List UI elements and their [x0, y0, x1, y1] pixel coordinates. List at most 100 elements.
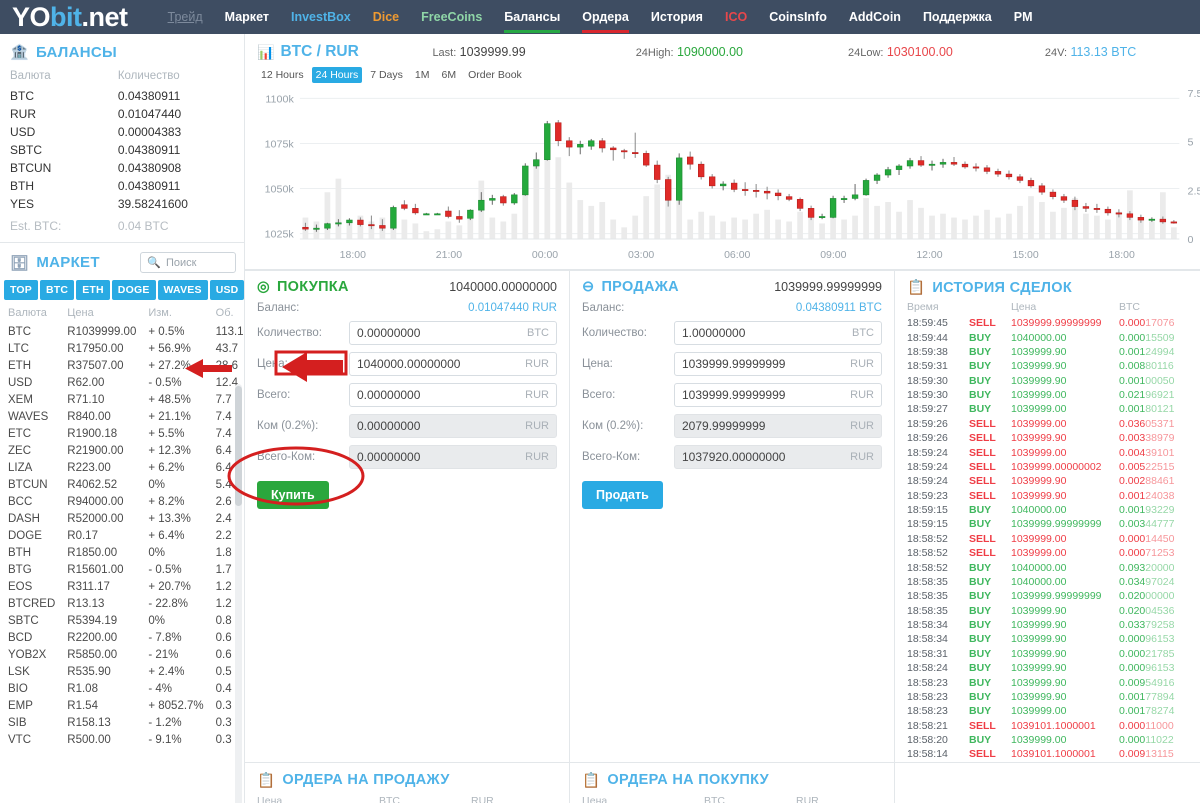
table-row[interactable]: ETC R1900.18 + 5.5% 7.4	[0, 425, 248, 442]
buy-price-field[interactable]: RUR	[349, 352, 557, 376]
hist-price: 1040000.00	[1011, 575, 1067, 588]
range-24-hours[interactable]: 24 Hours	[311, 67, 363, 83]
table-row[interactable]: ZEC R21900.00 + 12.3% 6.4	[0, 442, 248, 459]
balance-amount: 39.58241600	[117, 197, 188, 211]
table-row[interactable]: SIB R158.13- 1.2% 0.3	[0, 714, 248, 731]
table-row[interactable]: BTCUN 0.04380908	[0, 159, 244, 177]
sell-price-input[interactable]	[682, 357, 851, 371]
nav-item-support[interactable]: Поддержка	[923, 2, 992, 33]
market-change: + 56.9%	[148, 342, 191, 355]
balance-amount: 0.04380908	[117, 161, 182, 175]
buy-total-label: Всего:	[257, 389, 291, 401]
market-price: R500.00	[67, 733, 111, 746]
table-row[interactable]: BTG R15601.00- 0.5% 1.7	[0, 561, 248, 578]
table-row[interactable]: RUR 0.01047440	[0, 105, 244, 123]
sell-button[interactable]: Продать	[582, 481, 663, 509]
table-row[interactable]: BTC 0.04380911	[0, 87, 244, 105]
table-row[interactable]: SBTC R5394.19 0% 0.8	[0, 612, 248, 629]
stat-24low: 24Low: 1030100.00	[848, 45, 953, 59]
table-row[interactable]: YOB2X R5850.00- 21% 0.6	[0, 646, 248, 663]
hist-time: 18:58:35	[907, 590, 948, 603]
range-1m[interactable]: 1M	[411, 67, 434, 83]
hist-type: SELL	[969, 489, 996, 502]
tab-waves[interactable]: WAVES	[157, 280, 208, 300]
table-row[interactable]: LSK R535.90 + 2.4% 0.5	[0, 663, 248, 680]
hist-price: 1039999.90	[1011, 489, 1067, 502]
table-row[interactable]: VTC R500.00- 9.1% 0.3	[0, 731, 248, 748]
buy-price-input[interactable]	[357, 357, 526, 371]
table-row[interactable]: ETH R37507.00 + 27.2% 28.6	[0, 357, 248, 374]
tab-top[interactable]: TOP	[4, 280, 38, 300]
table-row[interactable]: SBTC 0.04380911	[0, 141, 244, 159]
buy-amount-input[interactable]	[357, 326, 527, 340]
range-order-book[interactable]: Order Book	[464, 67, 526, 83]
table-row[interactable]: BTH 0.04380911	[0, 177, 244, 195]
sell-amount-label: Количество:	[582, 327, 647, 339]
hist-price: 1039999.00	[1011, 705, 1067, 718]
table-row[interactable]: LTC R17950.00 + 56.9% 43.7	[0, 340, 248, 357]
range-12-hours[interactable]: 12 Hours	[257, 67, 308, 83]
table-row[interactable]: LIZA R223.00 + 6.2% 6.4	[0, 459, 248, 476]
market-scrollbar[interactable]	[235, 386, 242, 506]
table-row[interactable]: BCD R2200.00- 7.8% 0.6	[0, 629, 248, 646]
nav-item-ico[interactable]: ICO	[725, 2, 747, 33]
table-row[interactable]: YES 39.58241600	[0, 195, 244, 213]
table-row: 18:58:34 BUY 1039999.90 0.00096153	[907, 632, 1200, 646]
nav-item-dice[interactable]: Dice	[373, 2, 399, 33]
table-row: 18:59:45 SELL 1039999.99999999 0.00017076	[907, 316, 1200, 330]
site-logo[interactable]: YObit.net	[12, 1, 129, 32]
hist-type: SELL	[969, 317, 996, 330]
sell-price-field[interactable]: RUR	[674, 352, 882, 376]
nav-item-market[interactable]: Маркет	[225, 2, 269, 33]
nav-item-addcoin[interactable]: AddCoin	[849, 2, 901, 33]
table-row[interactable]: EOS R311.17 + 20.7% 1.2	[0, 578, 248, 595]
table-row[interactable]: BIO R1.08- 4% 0.4	[0, 680, 248, 697]
table-row[interactable]: DASH R52000.00 + 13.3% 2.4	[0, 510, 248, 527]
sell-net-field: RUR	[674, 445, 882, 469]
tab-doge[interactable]: DOGE	[111, 280, 156, 300]
table-row[interactable]: BTCRED R13.13- 22.8% 1.2	[0, 595, 248, 612]
buy-total-input[interactable]	[357, 388, 526, 402]
buy-button[interactable]: Купить	[257, 481, 329, 509]
table-row[interactable]: BTCUN R4062.52 0% 5.4	[0, 476, 248, 493]
nav-item-trade[interactable]: Трейд	[168, 2, 203, 33]
range-6m[interactable]: 6M	[438, 67, 461, 83]
buy-panel-header: ◎ ПОКУПКА 1040000.00000000	[257, 279, 557, 295]
table-row[interactable]: BCC R94000.00 + 8.2% 2.6	[0, 493, 248, 510]
tab-btc[interactable]: BTC	[40, 280, 75, 300]
hist-time: 18:58:34	[907, 633, 948, 646]
table-row[interactable]: XEM R71.10 + 48.5% 7.7	[0, 391, 248, 408]
market-search-box[interactable]: 🔍	[140, 252, 236, 273]
tab-usd[interactable]: USD	[209, 280, 245, 300]
range-7-days[interactable]: 7 Days	[366, 67, 407, 83]
sell-amount-field[interactable]: BTC	[674, 321, 882, 345]
table-row[interactable]: BTC R1039999.00 + 0.5% 113.1	[0, 323, 248, 340]
nav-item-coinsinfo[interactable]: CoinsInfo	[769, 2, 827, 33]
table-row[interactable]: WAVES R840.00 + 21.1% 7.4	[0, 408, 248, 425]
orders-sell-icon: 📋	[257, 772, 276, 789]
search-input[interactable]	[166, 256, 229, 269]
nav-item-investbox[interactable]: InvestBox	[291, 2, 351, 33]
sell-total-input[interactable]	[682, 388, 851, 402]
table-row[interactable]: USD 0.00004383	[0, 123, 244, 141]
sell-amount-input[interactable]	[682, 326, 852, 340]
market-currency: DOGE	[8, 529, 42, 542]
table-row[interactable]: DOGE R0.17 + 6.4% 2.2	[0, 527, 248, 544]
nav-item-orders[interactable]: Ордера	[582, 2, 629, 33]
buy-total-field[interactable]: RUR	[349, 383, 557, 407]
logo-net: .net	[81, 1, 129, 32]
table-row[interactable]: BTH R1850.00 0% 1.8	[0, 544, 248, 561]
tab-eth[interactable]: ETH	[76, 280, 110, 300]
stat-high-label: 24High:	[635, 47, 674, 59]
hist-btc: 0.00954916	[1119, 676, 1175, 689]
table-row[interactable]: USD R62.00- 0.5% 12.4	[0, 374, 248, 391]
sell-total-field[interactable]: RUR	[674, 383, 882, 407]
table-row[interactable]: EMP R1.54 + 8052.7% 0.3	[0, 697, 248, 714]
nav-item-balances[interactable]: Балансы	[504, 2, 561, 33]
price-chart[interactable]: 1100k 1075k 1050k 1025k 7.5 5 2.5 0	[255, 87, 1200, 247]
nav-item-pm[interactable]: PM	[1014, 2, 1033, 33]
buy-amount-field[interactable]: BTC	[349, 321, 557, 345]
hist-type: BUY	[969, 647, 992, 660]
nav-item-history[interactable]: История	[651, 2, 703, 33]
nav-item-freecoins[interactable]: FreeCoins	[421, 2, 482, 33]
